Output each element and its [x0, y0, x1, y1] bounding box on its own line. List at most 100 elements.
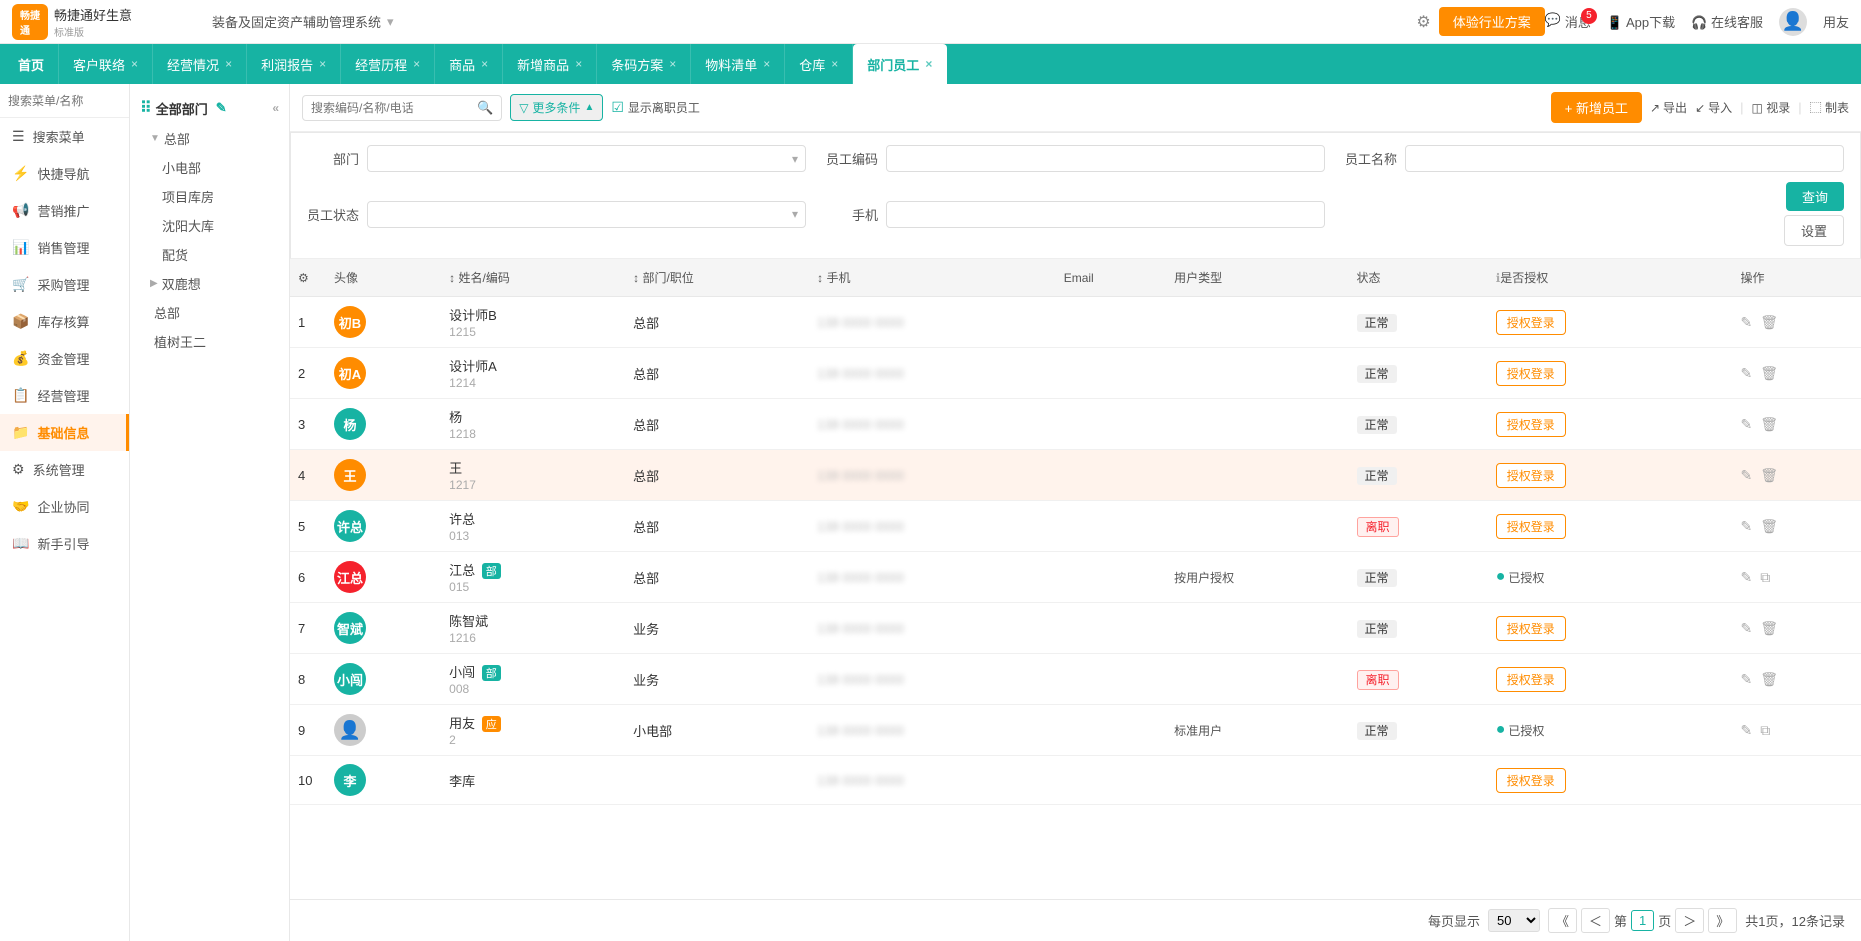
edit-icon[interactable]: ✎ — [1741, 722, 1753, 739]
show-resigned-toggle[interactable]: ☑ 显示离职员工 — [611, 99, 700, 116]
dept-group-title-shuanglu[interactable]: ▶ 双鹿想 — [130, 269, 289, 298]
online-service-btn[interactable]: 🎧 在线客服 — [1691, 12, 1763, 31]
auth-btn[interactable]: 授权登录 — [1496, 616, 1566, 641]
close-icon[interactable]: × — [925, 57, 932, 71]
close-icon[interactable]: × — [319, 57, 326, 71]
tab-goods[interactable]: 商品 × — [435, 44, 503, 84]
edit-icon[interactable]: ✎ — [1741, 314, 1753, 331]
view-btn[interactable]: ◫ 视录 — [1752, 99, 1791, 116]
sidebar-item-marketing[interactable]: 📢 营销推广 — [0, 192, 129, 229]
edit-icon[interactable]: ✎ — [1741, 518, 1753, 535]
dept-select[interactable] — [367, 145, 806, 172]
close-icon[interactable]: × — [413, 57, 420, 71]
experience-btn[interactable]: 体验行业方案 — [1439, 7, 1545, 36]
sidebar-item-operation-mgmt[interactable]: 📋 经营管理 — [0, 377, 129, 414]
sidebar-item-guide[interactable]: 📖 新手引导 — [0, 525, 129, 562]
auth-btn[interactable]: 授权登录 — [1496, 667, 1566, 692]
status-select[interactable] — [367, 201, 806, 228]
close-icon[interactable]: × — [763, 57, 770, 71]
close-icon[interactable]: × — [575, 57, 582, 71]
dept-item-xiaodian[interactable]: 小电部 — [130, 153, 289, 182]
sidebar-item-collab[interactable]: 🤝 企业协同 — [0, 488, 129, 525]
add-employee-btn[interactable]: + 新增员工 — [1551, 92, 1642, 123]
edit-icon[interactable]: ✎ — [1741, 569, 1753, 586]
sidebar-item-purchase[interactable]: 🛒 采购管理 — [0, 266, 129, 303]
sidebar-item-inventory[interactable]: 📦 库存核算 — [0, 303, 129, 340]
tab-operation[interactable]: 经营情况 × — [153, 44, 247, 84]
edit-icon[interactable]: ✎ — [1741, 416, 1753, 433]
edit-icon[interactable]: ✎ — [1741, 620, 1753, 637]
auth-btn[interactable]: 授权登录 — [1496, 412, 1566, 437]
tab-bom[interactable]: 物料清单 × — [691, 44, 785, 84]
close-icon[interactable]: × — [669, 57, 676, 71]
delete-icon[interactable]: 🗑 — [1760, 671, 1778, 688]
export-btn[interactable]: ↗ 导出 — [1650, 99, 1687, 116]
table-row: 4 王 王1217 总部 138 0000 0000 正常 授权登录 — [290, 450, 1861, 501]
last-page-btn[interactable]: 》 — [1708, 908, 1737, 933]
auth-btn[interactable]: 授权登录 — [1496, 310, 1566, 335]
dept-group-title-main[interactable]: ▼ 总部 — [130, 124, 289, 153]
close-icon[interactable]: × — [131, 57, 138, 71]
auth-btn[interactable]: 授权登录 — [1496, 514, 1566, 539]
user-avatar[interactable]: 👤 — [1779, 8, 1807, 36]
copy-icon[interactable]: ⧉ — [1760, 722, 1770, 739]
dept-group-title-plantking[interactable]: 植树王二 — [130, 327, 289, 356]
page-size-select[interactable]: 50 100 — [1488, 909, 1540, 932]
sidebar-item-basic-info[interactable]: 📁 基础信息 — [0, 414, 129, 451]
tab-history[interactable]: 经营历程 × — [341, 44, 435, 84]
auth-btn[interactable]: 授权登录 — [1496, 361, 1566, 386]
settings-icon[interactable]: ⚙ — [298, 271, 309, 285]
print-btn[interactable]: ⬚ 制表 — [1810, 99, 1849, 116]
edit-icon[interactable]: ✎ — [1741, 671, 1753, 688]
table-row: 6 江总 江总 部 015 总部 138 0000 0000 按用户授权 正常 — [290, 552, 1861, 603]
dept-edit-icon[interactable]: ✎ — [216, 100, 227, 116]
prev-page-btn[interactable]: ＜ — [1581, 908, 1610, 933]
delete-icon[interactable]: 🗑 — [1760, 518, 1778, 535]
filter-btn[interactable]: ▽ 更多条件 ▲ — [510, 94, 603, 121]
sidebar-item-finance[interactable]: 💰 资金管理 — [0, 340, 129, 377]
set-btn[interactable]: 设置 — [1784, 215, 1844, 246]
tab-home[interactable]: 首页 — [4, 44, 59, 84]
close-icon[interactable]: × — [225, 57, 232, 71]
dept-item-shenyang[interactable]: 沈阳大库 — [130, 211, 289, 240]
import-btn[interactable]: ↙ 导入 — [1695, 99, 1732, 116]
auth-btn[interactable]: 授权登录 — [1496, 463, 1566, 488]
sidebar-item-quicknav[interactable]: ⚡ 快捷导航 — [0, 155, 129, 192]
gear-icon[interactable]: ⚙ — [1416, 12, 1430, 32]
code-input[interactable] — [886, 145, 1325, 172]
delete-icon[interactable]: 🗑 — [1760, 416, 1778, 433]
sidebar-item-sales[interactable]: 📊 销售管理 — [0, 229, 129, 266]
dept-item-project[interactable]: 项目库房 — [130, 182, 289, 211]
first-page-btn[interactable]: 《 — [1548, 908, 1577, 933]
edit-icon[interactable]: ✎ — [1741, 365, 1753, 382]
delete-icon[interactable]: 🗑 — [1760, 314, 1778, 331]
copy-icon[interactable]: ⧉ — [1760, 569, 1770, 586]
close-icon[interactable]: × — [831, 57, 838, 71]
message-btn[interactable]: 💬 5 消息 — [1545, 12, 1591, 31]
tab-customer[interactable]: 客户联络 × — [59, 44, 153, 84]
collapse-icon[interactable]: « — [272, 101, 279, 115]
edit-icon[interactable]: ✎ — [1741, 467, 1753, 484]
dept-item-distribution[interactable]: 配货 — [130, 240, 289, 269]
tab-profit[interactable]: 利润报告 × — [247, 44, 341, 84]
dept-group-title-zongbu[interactable]: 总部 — [130, 298, 289, 327]
tab-barcode[interactable]: 条码方案 × — [597, 44, 691, 84]
delete-icon[interactable]: 🗑 — [1760, 620, 1778, 637]
phone-label: 手机 — [826, 205, 878, 224]
close-icon[interactable]: × — [481, 57, 488, 71]
sidebar-item-system[interactable]: ⚙ 系统管理 — [0, 451, 129, 488]
phone-input[interactable] — [886, 201, 1325, 228]
app-download-btn[interactable]: 📱 App下载 — [1607, 12, 1675, 31]
tab-warehouse[interactable]: 仓库 × — [785, 44, 853, 84]
delete-icon[interactable]: 🗑 — [1760, 467, 1778, 484]
tab-new-goods[interactable]: 新增商品 × — [503, 44, 597, 84]
search-input[interactable] — [311, 101, 471, 115]
next-page-btn[interactable]: ＞ — [1675, 908, 1704, 933]
auth-btn[interactable]: 授权登录 — [1496, 768, 1566, 793]
tab-staff[interactable]: 部门员工 × — [853, 44, 947, 84]
row-user-type — [1166, 450, 1348, 501]
sidebar-item-search[interactable]: ☰ 搜索菜单 — [0, 118, 129, 155]
name-input[interactable] — [1405, 145, 1844, 172]
delete-icon[interactable]: 🗑 — [1760, 365, 1778, 382]
query-btn[interactable]: 查询 — [1786, 182, 1844, 211]
